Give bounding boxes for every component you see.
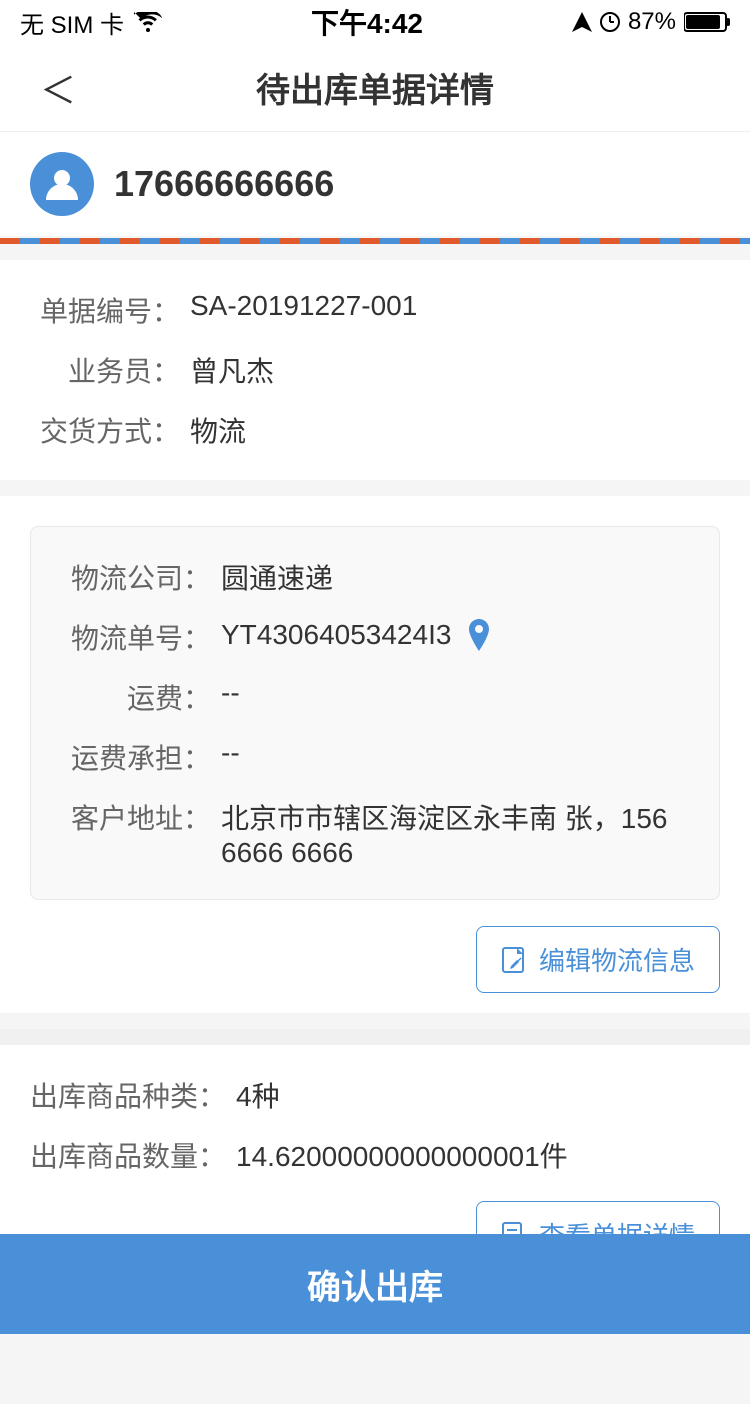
tracking-value: YT43064053424I3: [221, 617, 689, 653]
tracking-row: 物流单号： YT43064053424I3: [61, 607, 689, 667]
user-icon: [42, 164, 82, 204]
edit-icon: [501, 946, 529, 974]
dashed-divider: [0, 238, 750, 244]
status-right: 87%: [572, 8, 730, 36]
delivery-label: 交货方式：: [30, 410, 190, 450]
confirm-button-label: 确认出库: [307, 1260, 443, 1309]
avatar: [30, 152, 94, 216]
wifi-icon: [134, 12, 162, 32]
battery-text: 87%: [628, 8, 676, 36]
delivery-row: 交货方式： 物流: [30, 400, 720, 460]
customer-header: 17666666666: [0, 132, 750, 236]
clock-icon: [600, 12, 620, 32]
company-label: 物流公司：: [61, 557, 221, 597]
company-value: 圆通速递: [221, 557, 689, 597]
status-time: 下午4:42: [311, 2, 423, 42]
status-left: 无 SIM 卡: [20, 5, 162, 40]
freight-label: 运费：: [61, 677, 221, 717]
tracking-number: YT43064053424I3: [221, 619, 451, 651]
freight-bear-value: --: [221, 737, 689, 769]
goods-quantity-row: 出库商品数量： 14.62000000000000001件: [30, 1125, 720, 1185]
goods-quantity-value: 14.62000000000000001件: [236, 1135, 720, 1175]
edit-logistics-button[interactable]: 编辑物流信息: [476, 926, 720, 993]
address-label: 客户地址：: [61, 797, 221, 837]
delivery-value: 物流: [190, 410, 720, 450]
basic-info-section: 单据编号： SA-20191227-001 业务员： 曾凡杰 交货方式： 物流: [0, 260, 750, 480]
salesman-value: 曾凡杰: [190, 350, 720, 390]
edit-logistics-container: 编辑物流信息: [30, 910, 720, 993]
logistics-section: 物流公司： 圆通速递 物流单号： YT43064053424I3 运费： -- …: [0, 496, 750, 1013]
freight-bear-label: 运费承担：: [61, 737, 221, 777]
order-no-row: 单据编号： SA-20191227-001: [30, 280, 720, 340]
goods-quantity-label: 出库商品数量：: [30, 1135, 236, 1175]
edit-logistics-label: 编辑物流信息: [539, 941, 695, 978]
page-title: 待出库单据详情: [256, 63, 494, 112]
freight-value: --: [221, 677, 689, 709]
freight-bear-row: 运费承担： --: [61, 727, 689, 787]
customer-phone: 17666666666: [114, 163, 334, 205]
status-bar: 无 SIM 卡 下午4:42 87%: [0, 0, 750, 44]
back-button[interactable]: ＜: [30, 52, 86, 124]
goods-types-label: 出库商品种类：: [30, 1075, 236, 1115]
nav-bar: ＜ 待出库单据详情: [0, 44, 750, 132]
confirm-bar[interactable]: 确认出库: [0, 1234, 750, 1334]
battery-icon: [684, 11, 730, 33]
order-no-value: SA-20191227-001: [190, 290, 720, 322]
logistics-card: 物流公司： 圆通速递 物流单号： YT43064053424I3 运费： -- …: [30, 526, 720, 900]
address-value: 北京市市辖区海淀区永丰南 张，156 6666 6666: [221, 797, 689, 869]
address-row: 客户地址： 北京市市辖区海淀区永丰南 张，156 6666 6666: [61, 787, 689, 879]
tracking-location-icon[interactable]: [461, 617, 497, 653]
salesman-label: 业务员：: [30, 350, 190, 390]
location-arrow-icon: [572, 12, 592, 32]
goods-types-row: 出库商品种类： 4种: [30, 1065, 720, 1125]
freight-row: 运费： --: [61, 667, 689, 727]
carrier-text: 无 SIM 卡: [20, 5, 124, 40]
order-no-label: 单据编号：: [30, 290, 190, 330]
goods-types-value: 4种: [236, 1075, 720, 1115]
tracking-label: 物流单号：: [61, 617, 221, 657]
salesman-row: 业务员： 曾凡杰: [30, 340, 720, 400]
section-divider: [0, 1029, 750, 1045]
company-row: 物流公司： 圆通速递: [61, 547, 689, 607]
